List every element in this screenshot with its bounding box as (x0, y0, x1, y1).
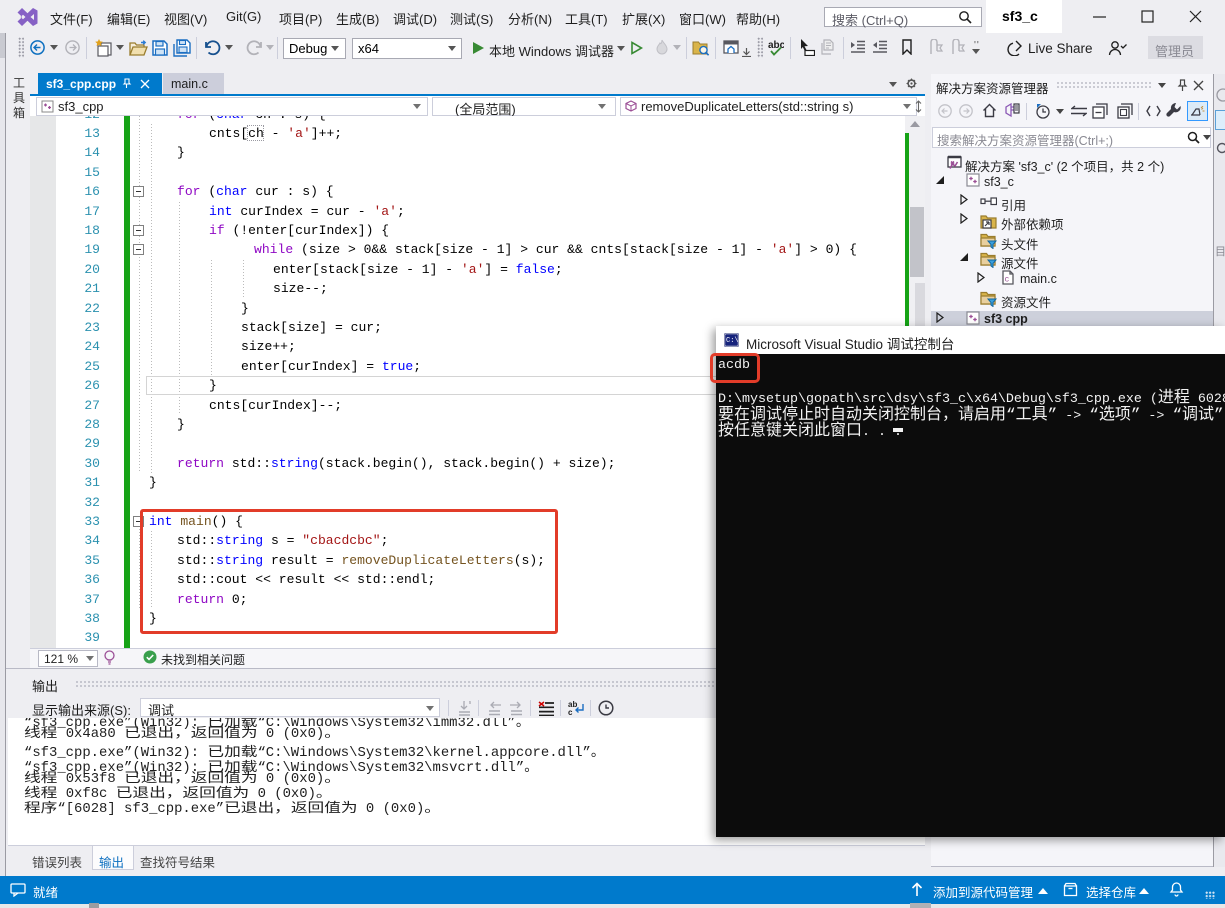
svg-text:C:\: C:\ (726, 337, 739, 345)
svg-text:c: c (1005, 276, 1010, 285)
svg-text:abc: abc (768, 40, 784, 51)
svg-text:c: c (568, 708, 573, 716)
